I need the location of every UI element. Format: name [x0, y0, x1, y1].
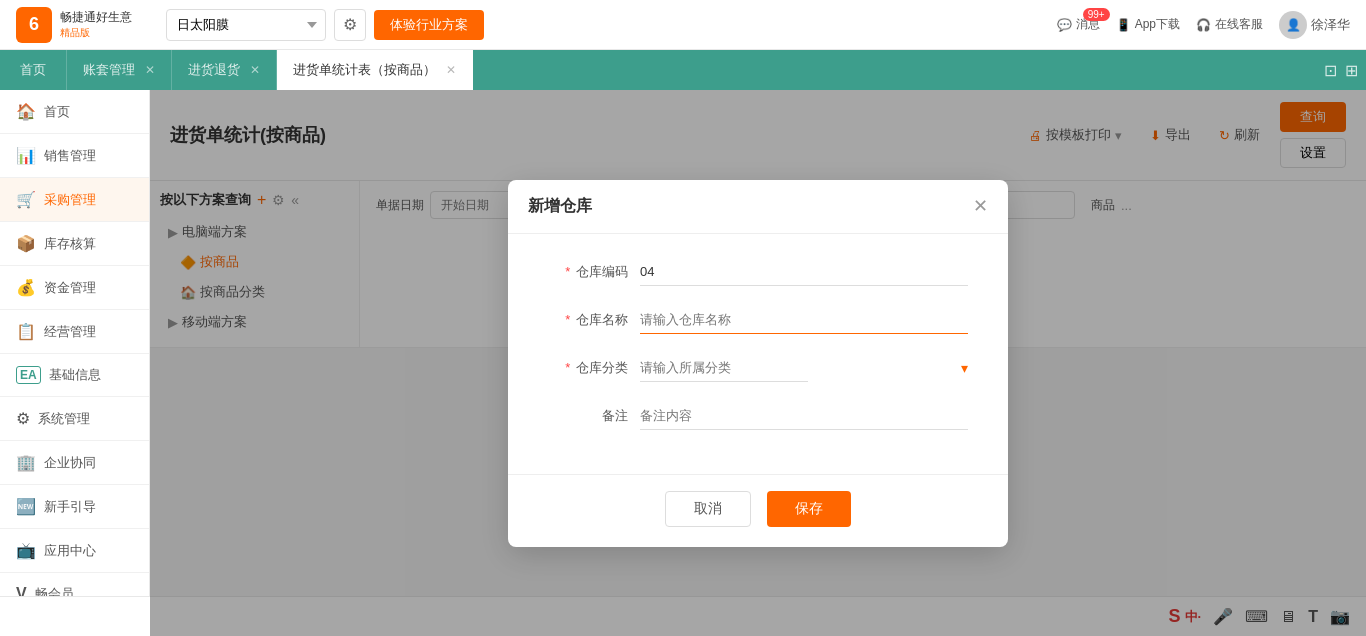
sidebar-item-enterprise[interactable]: 🏢 企业协同 [0, 441, 149, 485]
purchase-return-tab-close[interactable]: ✕ [250, 63, 260, 77]
sidebar-item-guide[interactable]: 🆕 新手引导 [0, 485, 149, 529]
tab-home[interactable]: 首页 [0, 50, 67, 90]
phone-icon: 📱 [1116, 18, 1131, 32]
logo-icon: 6 [16, 7, 52, 43]
notification-item[interactable]: 💬 消息 99+ [1057, 16, 1100, 33]
sidebar-apps-label: 应用中心 [44, 542, 96, 560]
tab-restore-icon[interactable]: ⊡ [1324, 61, 1337, 80]
warehouse-code-label: * 仓库编码 [548, 263, 628, 281]
warehouse-category-row: * 仓库分类 ▾ [548, 354, 968, 382]
sidebar-home-label: 首页 [44, 103, 70, 121]
remark-input[interactable] [640, 402, 968, 430]
purchase-stats-tab-close[interactable]: ✕ [446, 63, 456, 77]
purchase-return-tab-label: 进货退货 [188, 61, 240, 79]
tab-purchase-stats[interactable]: 进货单统计表（按商品） ✕ [277, 50, 473, 90]
warehouse-name-input[interactable] [640, 306, 968, 334]
warehouse-name-label: * 仓库名称 [548, 311, 628, 329]
content-area: 进货单统计(按商品) 🖨 按模板打印 ▾ ⬇ 导出 ↻ 刷新 查询 设置 [150, 90, 1366, 636]
sales-icon: 📊 [16, 146, 36, 165]
warehouse-category-label: * 仓库分类 [548, 359, 628, 377]
account-tab-close[interactable]: ✕ [145, 63, 155, 77]
logo-area: 6 畅捷通好生意 精品版 [16, 7, 166, 43]
save-button[interactable]: 保存 [767, 491, 851, 527]
search-select[interactable]: 日太阳膜 [166, 9, 326, 41]
user-info[interactable]: 👤 徐泽华 [1279, 11, 1350, 39]
tab-maximize-icon[interactable]: ⊞ [1345, 61, 1358, 80]
trial-button[interactable]: 体验行业方案 [374, 10, 484, 40]
sidebar-guide-label: 新手引导 [44, 498, 96, 516]
sidebar-basic-label: 基础信息 [49, 366, 101, 384]
warehouse-category-wrap: ▾ [640, 354, 968, 382]
enterprise-icon: 🏢 [16, 453, 36, 472]
category-dropdown-arrow[interactable]: ▾ [961, 360, 968, 376]
remark-label: 备注 [548, 407, 628, 425]
modal-body: * 仓库编码 * 仓库名称 [508, 234, 1008, 474]
tab-purchase-return[interactable]: 进货退货 ✕ [172, 50, 277, 90]
modal-header: 新增仓库 ✕ [508, 180, 1008, 234]
account-tab-label: 账套管理 [83, 61, 135, 79]
header-right: 💬 消息 99+ 📱 App下载 🎧 在线客服 👤 徐泽华 [1057, 11, 1350, 39]
sidebar-item-sales[interactable]: 📊 销售管理 [0, 134, 149, 178]
notification-badge: 99+ [1083, 8, 1110, 21]
required-marker-3: * [565, 360, 570, 375]
top-header: 6 畅捷通好生意 精品版 日太阳膜 ⚙ 体验行业方案 💬 消息 99+ 📱 Ap… [0, 0, 1366, 50]
home-icon: 🏠 [16, 102, 36, 121]
customer-service-item[interactable]: 🎧 在线客服 [1196, 16, 1263, 33]
modal-footer: 取消 保存 [508, 474, 1008, 547]
sidebar-item-apps[interactable]: 📺 应用中心 [0, 529, 149, 573]
sidebar-item-inventory[interactable]: 📦 库存核算 [0, 222, 149, 266]
cancel-button[interactable]: 取消 [665, 491, 751, 527]
operation-icon: 📋 [16, 322, 36, 341]
modal-title: 新增仓库 [528, 196, 592, 217]
purchase-stats-tab-label: 进货单统计表（按商品） [293, 61, 436, 79]
finance-icon: 💰 [16, 278, 36, 297]
modal-close-button[interactable]: ✕ [973, 197, 988, 215]
sidebar-item-purchase[interactable]: 🛒 采购管理 [0, 178, 149, 222]
gear-button[interactable]: ⚙ [334, 9, 366, 41]
tab-account[interactable]: 账套管理 ✕ [67, 50, 172, 90]
sidebar: 🏠 首页 📊 销售管理 🛒 采购管理 📦 库存核算 💰 资金管理 📋 经营管理 … [0, 90, 150, 636]
sidebar-item-finance[interactable]: 💰 资金管理 [0, 266, 149, 310]
username: 徐泽华 [1311, 16, 1350, 34]
warehouse-code-row: * 仓库编码 [548, 258, 968, 286]
apps-icon: 📺 [16, 541, 36, 560]
warehouse-code-input[interactable] [640, 258, 968, 286]
remark-row: 备注 [548, 402, 968, 430]
inventory-icon: 📦 [16, 234, 36, 253]
sidebar-system-label: 系统管理 [38, 410, 90, 428]
system-icon: ⚙ [16, 409, 30, 428]
sidebar-item-home[interactable]: 🏠 首页 [0, 90, 149, 134]
warehouse-category-input[interactable] [640, 354, 808, 382]
basic-icon: EA [16, 366, 41, 384]
tab-bar: 首页 账套管理 ✕ 进货退货 ✕ 进货单统计表（按商品） ✕ ⊡ ⊞ [0, 50, 1366, 90]
sidebar-item-operation[interactable]: 📋 经营管理 [0, 310, 149, 354]
purchase-icon: 🛒 [16, 190, 36, 209]
guide-icon: 🆕 [16, 497, 36, 516]
warehouse-name-row: * 仓库名称 [548, 306, 968, 334]
sidebar-finance-label: 资金管理 [44, 279, 96, 297]
main-layout: 🏠 首页 📊 销售管理 🛒 采购管理 📦 库存核算 💰 资金管理 📋 经营管理 … [0, 90, 1366, 636]
app-download-label: App下载 [1135, 16, 1180, 33]
logo-text: 畅捷通好生意 精品版 [60, 10, 132, 39]
search-area: 日太阳膜 ⚙ 体验行业方案 [166, 9, 1057, 41]
sidebar-enterprise-label: 企业协同 [44, 454, 96, 472]
sidebar-item-system[interactable]: ⚙ 系统管理 [0, 397, 149, 441]
message-icon: 💬 [1057, 18, 1072, 32]
sidebar-sales-label: 销售管理 [44, 147, 96, 165]
required-marker-2: * [565, 312, 570, 327]
required-marker: * [565, 264, 570, 279]
tab-bar-right: ⊡ ⊞ [1324, 61, 1366, 80]
user-avatar: 👤 [1279, 11, 1307, 39]
modal-dialog: 新增仓库 ✕ * 仓库编码 * [508, 180, 1008, 547]
sidebar-item-basic[interactable]: EA 基础信息 [0, 354, 149, 397]
sidebar-inventory-label: 库存核算 [44, 235, 96, 253]
headset-icon: 🎧 [1196, 18, 1211, 32]
app-download-item[interactable]: 📱 App下载 [1116, 16, 1180, 33]
modal-overlay: 新增仓库 ✕ * 仓库编码 * [150, 90, 1366, 636]
sidebar-operation-label: 经营管理 [44, 323, 96, 341]
home-tab-label: 首页 [20, 61, 46, 79]
sidebar-purchase-label: 采购管理 [44, 191, 96, 209]
customer-service-label: 在线客服 [1215, 16, 1263, 33]
